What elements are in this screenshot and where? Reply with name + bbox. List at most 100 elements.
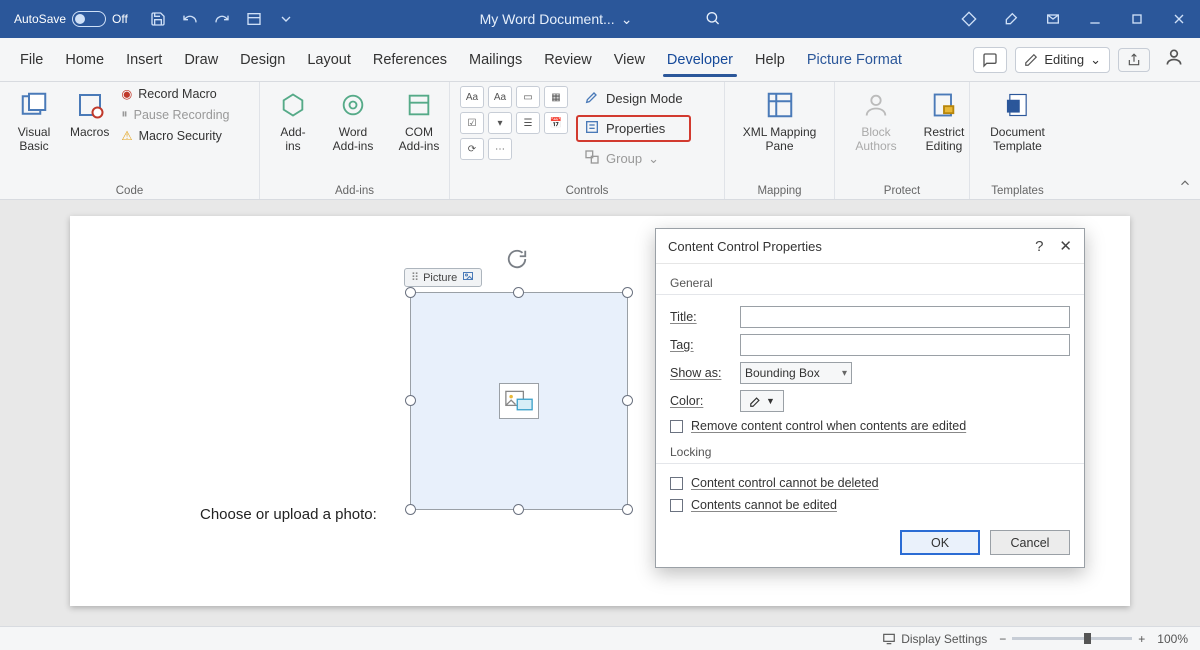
checkbox-icon [670,477,683,490]
autosave-toggle[interactable]: AutoSave Off [14,11,128,27]
group-code: Visual Basic Macros ◉Record Macro ⏸Pause… [0,82,260,199]
maximize-button[interactable] [1116,0,1158,38]
tab-developer[interactable]: Developer [657,46,743,74]
design-mode-button[interactable]: Design Mode [576,86,691,111]
close-button[interactable] [1158,0,1200,38]
tab-references[interactable]: References [363,46,457,74]
diamond-icon[interactable] [948,0,990,38]
undo-icon[interactable] [178,7,202,31]
warning-icon: ⚠ [121,128,132,143]
comments-button[interactable] [973,47,1007,73]
help-button[interactable]: ? [1035,238,1043,255]
account-icon[interactable] [1158,47,1190,72]
tab-view[interactable]: View [604,46,655,74]
content-control-properties-dialog: Content Control Properties ? ✕ General T… [655,228,1085,568]
tab-help[interactable]: Help [745,46,795,74]
form-icon[interactable] [242,7,266,31]
resize-handle[interactable] [405,504,416,515]
tab-review[interactable]: Review [534,46,602,74]
record-macro-button[interactable]: ◉Record Macro [121,86,229,101]
editing-mode-button[interactable]: Editing⌄ [1015,47,1110,73]
combobox-control-icon[interactable]: ▾ [488,112,512,134]
tab-design[interactable]: Design [230,46,295,74]
tab-file[interactable]: File [10,46,53,74]
properties-icon [584,119,600,138]
rich-text-control-icon[interactable]: Aa [460,86,484,108]
resize-handle[interactable] [513,287,524,298]
lock-edit-checkbox[interactable]: Contents cannot be edited [670,494,1070,516]
dropdown-control-icon[interactable]: ☰ [516,112,540,134]
group-controls-label: Controls [460,183,714,197]
repeating-control-icon[interactable]: ⟳ [460,138,484,160]
tab-insert[interactable]: Insert [116,46,172,74]
picture-control-icon[interactable]: ▭ [516,86,540,108]
picture-placeholder-icon[interactable] [499,383,539,419]
pause-recording-button: ⏸Pause Recording [121,107,229,122]
content-controls-gallery: Aa Aa ▭ ▦ ☑ ▾ ☰ 📅 ⟳ ⋯ [460,86,568,160]
save-icon[interactable] [146,7,170,31]
lock-delete-checkbox[interactable]: Content control cannot be deleted [670,472,1070,494]
resize-handle[interactable] [622,395,633,406]
ok-button[interactable]: OK [900,530,980,555]
share-button[interactable] [1118,48,1150,72]
search-icon[interactable] [704,10,720,29]
picture-content-control[interactable] [410,292,628,510]
rotate-handle-icon[interactable] [506,248,528,275]
group-protect-label: Protect [845,183,959,197]
resize-handle[interactable] [513,504,524,515]
remove-on-edit-checkbox[interactable]: Remove content control when contents are… [670,415,1070,437]
picture-control-tag[interactable]: ⠿Picture [404,268,482,287]
properties-button[interactable]: Properties [576,115,691,142]
zoom-slider[interactable]: − + [999,632,1145,646]
resize-handle[interactable] [405,287,416,298]
close-icon[interactable]: ✕ [1059,237,1072,255]
tag-field[interactable] [740,334,1070,356]
page[interactable]: Choose or upload a photo: ⠿Picture Conte… [70,216,1130,606]
document-title[interactable]: My Word Document... ⌄ [480,11,633,28]
checkbox-control-icon[interactable]: ☑ [460,112,484,134]
redo-icon[interactable] [210,7,234,31]
building-block-control-icon[interactable]: ▦ [544,86,568,108]
macro-security-button[interactable]: ⚠Macro Security [121,128,229,143]
tab-picture-format[interactable]: Picture Format [797,46,912,74]
display-settings-button[interactable]: Display Settings [882,632,987,646]
color-label: Color: [670,394,732,408]
date-control-icon[interactable]: 📅 [544,112,568,134]
com-addins-button[interactable]: COM Add-ins [390,86,448,155]
xml-mapping-button[interactable]: XML Mapping Pane [730,86,830,155]
collapse-ribbon-icon[interactable] [1178,176,1192,195]
color-picker-button[interactable]: ▼ [740,390,784,412]
word-addins-button[interactable]: Word Add-ins [324,86,382,155]
resize-handle[interactable] [405,395,416,406]
restrict-editing-button[interactable]: Restrict Editing [915,86,973,155]
picture-icon [461,270,475,285]
zoom-track[interactable] [1012,637,1132,640]
minimize-button[interactable] [1074,0,1116,38]
cancel-button[interactable]: Cancel [990,530,1070,555]
document-template-button[interactable]: WDocument Template [980,86,1056,155]
zoom-level[interactable]: 100% [1157,632,1188,646]
ribbon-display-icon[interactable] [1032,0,1074,38]
resize-handle[interactable] [622,287,633,298]
macros-button[interactable]: Macros [66,86,113,141]
tab-layout[interactable]: Layout [297,46,361,74]
group-templates: WDocument Template Templates [970,82,1065,199]
tag-label: Tag: [670,338,732,352]
qat-dropdown-icon[interactable] [274,7,298,31]
tab-home[interactable]: Home [55,46,114,74]
zoom-in-icon[interactable]: + [1138,632,1145,646]
brush-icon[interactable] [990,0,1032,38]
addins-button[interactable]: Add-ins [270,86,316,155]
zoom-out-icon[interactable]: − [999,632,1006,646]
checkbox-icon [670,420,683,433]
group-button[interactable]: Group ⌄ [576,146,691,171]
show-as-select[interactable]: Bounding Box [740,362,852,384]
plain-text-control-icon[interactable]: Aa [488,86,512,108]
resize-handle[interactable] [622,504,633,515]
visual-basic-label: Visual Basic [14,125,54,153]
tab-draw[interactable]: Draw [174,46,228,74]
title-field[interactable] [740,306,1070,328]
legacy-tools-icon[interactable]: ⋯ [488,138,512,160]
visual-basic-button[interactable]: Visual Basic [10,86,58,155]
tab-mailings[interactable]: Mailings [459,46,532,74]
